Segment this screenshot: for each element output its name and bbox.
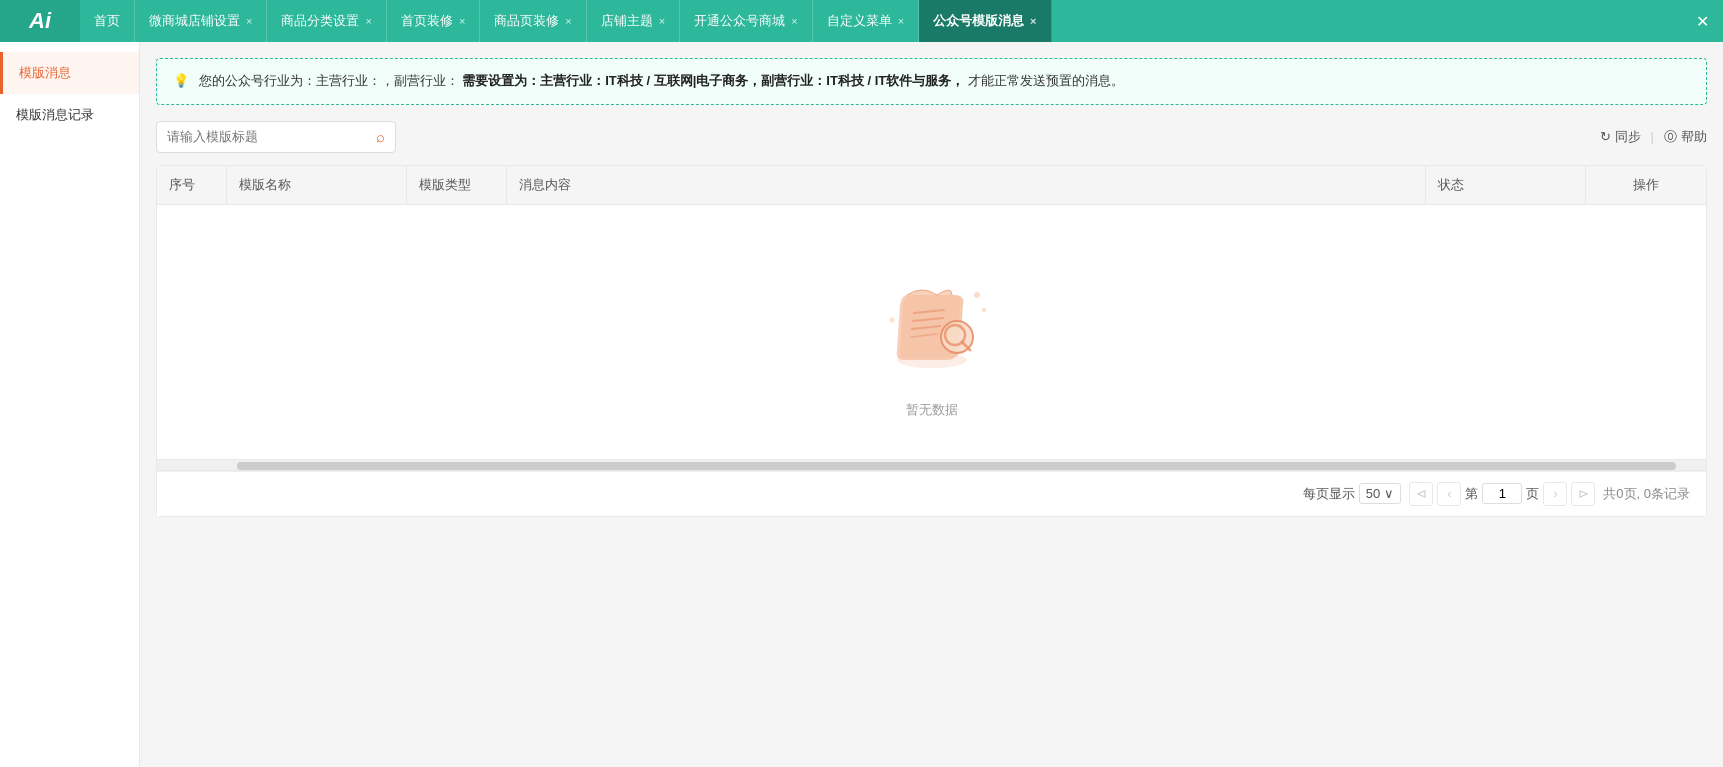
tab-close-open-mall[interactable]: × (791, 15, 797, 27)
data-table: 序号 模版名称 模版类型 消息内容 状态 操作 (156, 165, 1707, 517)
app-logo: Ai (0, 0, 80, 42)
help-label: 帮助 (1681, 128, 1707, 146)
tab-shop-settings[interactable]: 微商城店铺设置× (135, 0, 267, 42)
tab-close-shop-settings[interactable]: × (246, 15, 252, 27)
nav-tabs: 首页微商城店铺设置×商品分类设置×首页装修×商品页装修×店铺主题×开通公众号商城… (80, 0, 1681, 42)
page-size-value: 50 (1366, 486, 1380, 501)
table-header: 序号 模版名称 模版类型 消息内容 状态 操作 (157, 166, 1706, 205)
current-page-input[interactable] (1482, 483, 1522, 504)
tab-open-mall[interactable]: 开通公众号商城× (680, 0, 812, 42)
sidebar-item-template-msg-log[interactable]: 模版消息记录 (0, 94, 139, 136)
tab-close-custom-menu[interactable]: × (898, 15, 904, 27)
notice-icon: 💡 (173, 73, 189, 88)
prev-page-button[interactable]: ‹ (1437, 482, 1461, 506)
tab-close-category-settings[interactable]: × (365, 15, 371, 27)
sync-button[interactable]: ↻ 同步 (1600, 128, 1641, 146)
search-input[interactable] (167, 129, 376, 144)
close-icon: ✕ (1696, 12, 1709, 31)
th-type: 模版类型 (407, 166, 507, 204)
content-area: 💡 您的公众号行业为：主营行业：，副营行业： 需要设置为：主营行业：IT科技 /… (140, 42, 1723, 767)
page-navigation: ⊲ ‹ 第 页 › ⊳ (1409, 482, 1595, 506)
empty-text: 暂无数据 (906, 401, 958, 419)
tab-home-decor[interactable]: 首页装修× (387, 0, 480, 42)
tab-category-settings[interactable]: 商品分类设置× (267, 0, 386, 42)
page-prefix-label: 第 (1465, 485, 1478, 503)
last-page-button[interactable]: ⊳ (1571, 482, 1595, 506)
dropdown-arrow-icon: ∨ (1384, 486, 1394, 501)
toolbar-divider: | (1651, 129, 1654, 144)
search-icon[interactable]: ⌕ (376, 128, 385, 145)
horizontal-scrollbar[interactable] (157, 459, 1706, 471)
notice-prefix: 您的公众号行业为：主营行业：，副营行业： (199, 73, 459, 88)
svg-point-9 (982, 308, 986, 312)
first-page-button[interactable]: ⊲ (1409, 482, 1433, 506)
sidebar: 模版消息模版消息记录 (0, 42, 140, 767)
search-box: ⌕ (156, 121, 396, 153)
notice-highlight: 需要设置为：主营行业：IT科技 / 互联网|电子商务，副营行业：IT科技 / I… (462, 73, 964, 88)
total-info: 共0页, 0条记录 (1603, 485, 1690, 503)
page-suffix-label: 页 (1526, 485, 1539, 503)
tab-home[interactable]: 首页 (80, 0, 135, 42)
pagination: 每页显示 50 ∨ ⊲ ‹ 第 页 › ⊳ 共0页, 0条记录 (157, 471, 1706, 516)
notice-box: 💡 您的公众号行业为：主营行业：，副营行业： 需要设置为：主营行业：IT科技 /… (156, 58, 1707, 105)
empty-illustration (872, 265, 992, 385)
tab-close-home-decor[interactable]: × (459, 15, 465, 27)
help-icon: ⓪ (1664, 128, 1677, 146)
empty-state: 暂无数据 (157, 205, 1706, 459)
tab-custom-menu[interactable]: 自定义菜单× (813, 0, 919, 42)
page-size-selector: 每页显示 50 ∨ (1303, 483, 1401, 504)
th-name: 模版名称 (227, 166, 407, 204)
top-nav-bar: Ai 首页微商城店铺设置×商品分类设置×首页装修×商品页装修×店铺主题×开通公众… (0, 0, 1723, 42)
next-page-button[interactable]: › (1543, 482, 1567, 506)
tab-template-msg[interactable]: 公众号模版消息× (919, 0, 1051, 42)
logo-text: Ai (29, 8, 51, 34)
tab-shop-theme[interactable]: 店铺主题× (587, 0, 680, 42)
sync-label: 同步 (1615, 128, 1641, 146)
page-size-label: 每页显示 (1303, 485, 1355, 503)
toolbar-right: ↻ 同步 | ⓪ 帮助 (1600, 128, 1707, 146)
svg-point-10 (889, 317, 894, 322)
sidebar-item-template-msg[interactable]: 模版消息 (0, 52, 139, 94)
scrollbar-track (237, 462, 1676, 470)
sync-icon: ↻ (1600, 129, 1611, 144)
tab-close-shop-theme[interactable]: × (659, 15, 665, 27)
help-button[interactable]: ⓪ 帮助 (1664, 128, 1707, 146)
toolbar: ⌕ ↻ 同步 | ⓪ 帮助 (156, 121, 1707, 153)
global-close-button[interactable]: ✕ (1681, 0, 1723, 42)
th-action: 操作 (1586, 166, 1706, 204)
th-seq: 序号 (157, 166, 227, 204)
tab-close-product-decor[interactable]: × (565, 15, 571, 27)
page-size-dropdown[interactable]: 50 ∨ (1359, 483, 1401, 504)
th-status: 状态 (1426, 166, 1586, 204)
tab-close-template-msg[interactable]: × (1030, 15, 1036, 27)
notice-suffix: 才能正常发送预置的消息。 (968, 73, 1124, 88)
svg-point-8 (974, 292, 980, 298)
th-content: 消息内容 (507, 166, 1426, 204)
tab-product-decor[interactable]: 商品页装修× (480, 0, 586, 42)
main-layout: 模版消息模版消息记录 💡 您的公众号行业为：主营行业：，副营行业： 需要设置为：… (0, 42, 1723, 767)
